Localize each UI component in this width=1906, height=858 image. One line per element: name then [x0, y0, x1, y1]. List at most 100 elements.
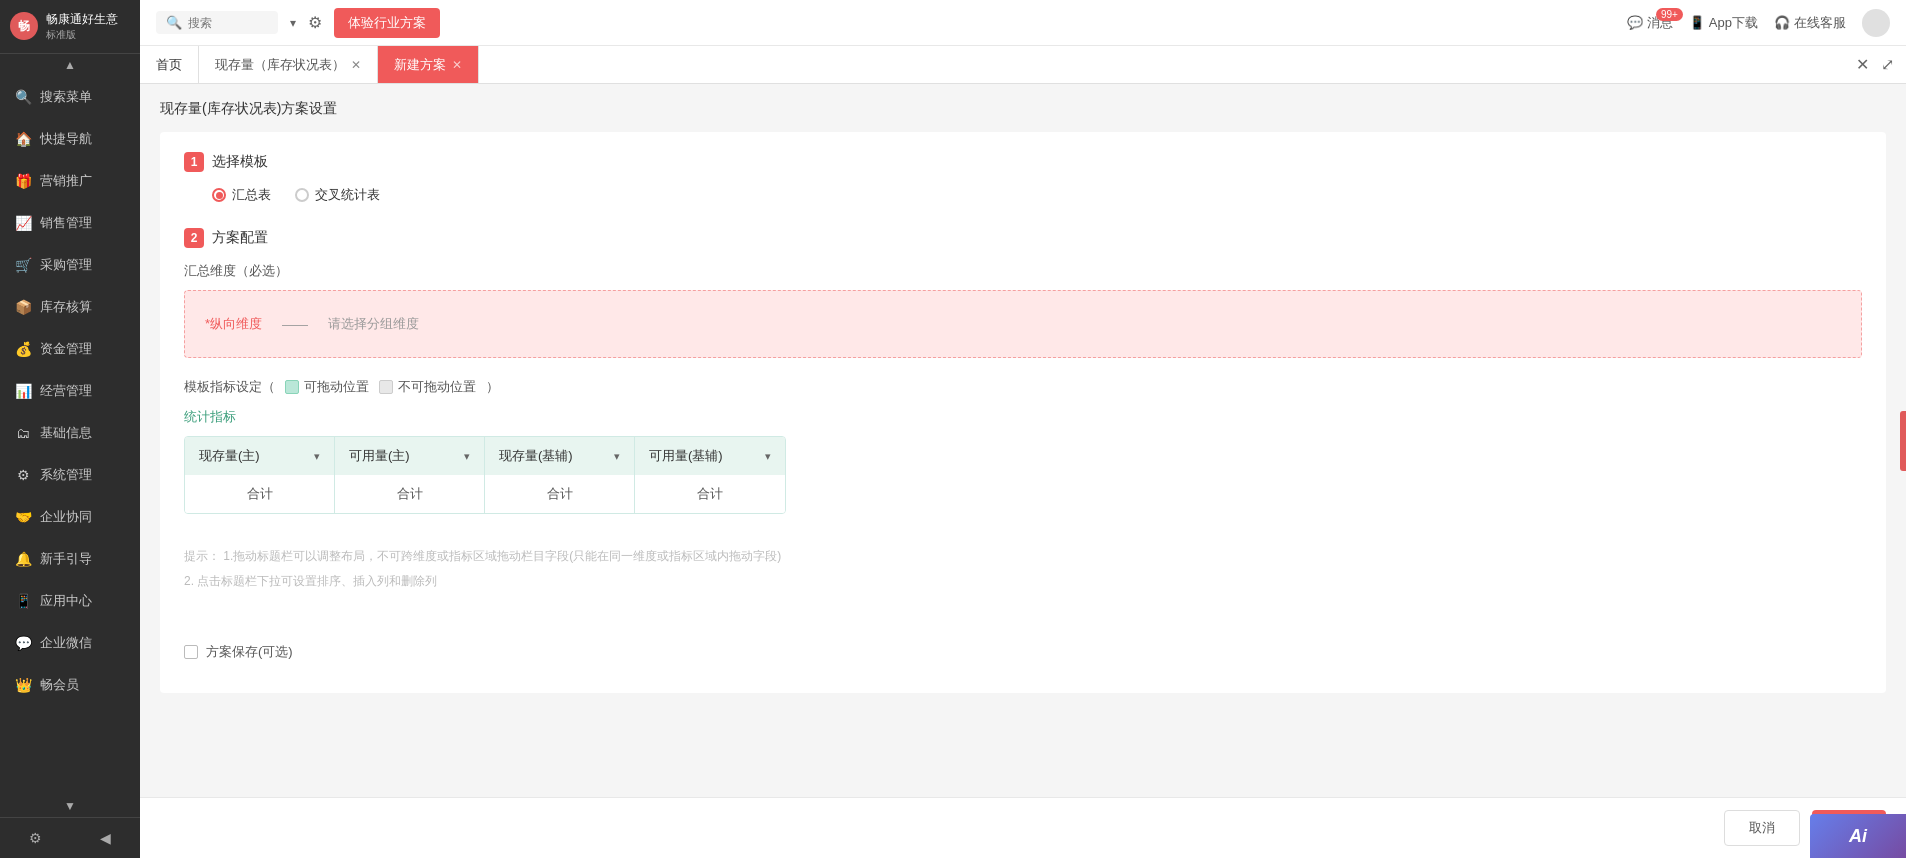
sidebar-footer: ⚙ ◀ [0, 817, 140, 858]
step1-title: 选择模板 [212, 153, 268, 171]
sidebar-item-inventory[interactable]: 📦 库存核算 [0, 286, 140, 328]
save-checkbox[interactable] [184, 645, 198, 659]
sidebar-item-label: 企业协同 [40, 508, 92, 526]
right-scroll-handle[interactable] [1900, 411, 1906, 471]
cancel-button[interactable]: 取消 [1724, 810, 1800, 846]
sidebar-item-appstore[interactable]: 📱 应用中心 [0, 580, 140, 622]
gift-icon: 🎁 [14, 172, 32, 190]
box-icon: 📦 [14, 298, 32, 316]
step1-section: 1 选择模板 汇总表 交叉统计表 [184, 152, 1862, 204]
app-download-btn[interactable]: 📱 App下载 [1689, 14, 1758, 32]
sidebar-item-purchase[interactable]: 🛒 采购管理 [0, 244, 140, 286]
tab-home[interactable]: 首页 [140, 46, 199, 83]
sidebar-item-label: 采购管理 [40, 256, 92, 274]
cart-icon: 🛒 [14, 256, 32, 274]
tip-line-2: 2. 点击标题栏下拉可设置排序、插入列和删除列 [184, 572, 1862, 591]
sidebar-item-label: 销售管理 [40, 214, 92, 232]
tab-inventory-status[interactable]: 现存量（库存状况表） ✕ [199, 46, 378, 83]
ind-header-2-dropdown[interactable]: ▾ [464, 450, 470, 463]
system-icon: ⚙ [14, 466, 32, 484]
sidebar-item-newguide[interactable]: 🔔 新手引导 [0, 538, 140, 580]
ind-body-4-label: 合计 [697, 485, 723, 503]
app-logo-text: 畅康通好生意 标准版 [46, 12, 118, 41]
sidebar-item-label: 应用中心 [40, 592, 92, 610]
dimension-section-label: 汇总维度（必选） [184, 262, 1862, 280]
radio-cross[interactable]: 交叉统计表 [295, 186, 380, 204]
ind-body-3-label: 合计 [547, 485, 573, 503]
ind-header-2[interactable]: 可用量(主) ▾ [335, 437, 485, 475]
ind-header-4[interactable]: 可用量(基辅) ▾ [635, 437, 785, 475]
basic-icon: 🗂 [14, 424, 32, 442]
tab-close-btn[interactable]: ✕ [1852, 51, 1873, 78]
sidebar-item-sales[interactable]: 📈 销售管理 [0, 202, 140, 244]
ind-body-4: 合计 [635, 475, 785, 513]
trial-btn[interactable]: 体验行业方案 [334, 8, 440, 38]
tab-inventory-status-close[interactable]: ✕ [351, 59, 361, 71]
search-input[interactable] [188, 16, 268, 30]
sidebar-item-search[interactable]: 🔍 搜索菜单 [0, 76, 140, 118]
draggable-legend-box [285, 380, 299, 394]
indicators-body-row: 合计 合计 合计 合计 [185, 475, 785, 513]
operation-icon: 📊 [14, 382, 32, 400]
avatar[interactable] [1862, 9, 1890, 37]
topbar-gear-btn[interactable]: ⚙ [308, 13, 322, 32]
ind-header-3[interactable]: 现存量(基辅) ▾ [485, 437, 635, 475]
footer-bar: 取消 查询 [140, 797, 1906, 858]
sidebar-item-finance[interactable]: 💰 资金管理 [0, 328, 140, 370]
sidebar-scroll-down[interactable]: ▼ [0, 795, 140, 817]
tab-expand-btn[interactable]: ⤢ [1877, 51, 1898, 78]
sidebar-settings-btn[interactable]: ⚙ [21, 826, 50, 850]
ind-header-4-dropdown[interactable]: ▾ [765, 450, 771, 463]
service-btn[interactable]: 🎧 在线客服 [1774, 14, 1846, 32]
sidebar-item-enterprise[interactable]: 🤝 企业协同 [0, 496, 140, 538]
chart-icon: 📈 [14, 214, 32, 232]
search-icon: 🔍 [166, 15, 182, 30]
message-icon: 💬 [1627, 15, 1643, 30]
tab-new-plan-close[interactable]: ✕ [452, 59, 462, 71]
page-title: 现存量(库存状况表)方案设置 [160, 100, 1886, 118]
sidebar-item-label: 新手引导 [40, 550, 92, 568]
ind-header-1[interactable]: 现存量(主) ▾ [185, 437, 335, 475]
sidebar-item-marketing[interactable]: 🎁 营销推广 [0, 160, 140, 202]
enterprise-icon: 🤝 [14, 508, 32, 526]
step2-title: 方案配置 [212, 229, 268, 247]
legend-non-draggable: 不可拖动位置 [379, 378, 476, 396]
sidebar-nav: 🔍 搜索菜单 🏠 快捷导航 🎁 营销推广 📈 销售管理 🛒 采购管理 📦 库存核… [0, 76, 140, 795]
topbar-search-box[interactable]: 🔍 [156, 11, 278, 34]
step1-badge: 1 [184, 152, 204, 172]
sidebar-item-label: 资金管理 [40, 340, 92, 358]
dimension-box[interactable]: *纵向维度 —— 请选择分组维度 [184, 290, 1862, 358]
sidebar-item-label: 营销推广 [40, 172, 92, 190]
step2-header: 2 方案配置 [184, 228, 1862, 248]
sidebar-item-label: 基础信息 [40, 424, 92, 442]
tips-section: 提示： 1.拖动标题栏可以调整布局，不可跨维度或指标区域拖动栏目字段(只能在同一… [184, 537, 1862, 607]
ind-header-3-dropdown[interactable]: ▾ [614, 450, 620, 463]
message-btn[interactable]: 💬 消息 99+ [1627, 14, 1673, 32]
tip-line-1: 提示： 1.拖动标题栏可以调整布局，不可跨维度或指标区域拖动栏目字段(只能在同一… [184, 547, 1862, 566]
ai-badge[interactable]: Ai [1810, 814, 1906, 858]
dimension-required-label: *纵向维度 [205, 315, 262, 333]
sidebar-item-basic[interactable]: 🗂 基础信息 [0, 412, 140, 454]
dimension-placeholder: 请选择分组维度 [328, 315, 419, 333]
radio-summary[interactable]: 汇总表 [212, 186, 271, 204]
sidebar-item-member[interactable]: 👑 畅会员 [0, 664, 140, 706]
save-option: 方案保存(可选) [184, 631, 1862, 673]
tab-new-plan[interactable]: 新建方案 ✕ [378, 46, 479, 83]
app-logo-icon: 畅 [10, 12, 38, 40]
sidebar-item-wechat[interactable]: 💬 企业微信 [0, 622, 140, 664]
draggable-legend-label: 可拖动位置 [304, 378, 369, 396]
sidebar-item-system[interactable]: ⚙ 系统管理 [0, 454, 140, 496]
sidebar-item-operation[interactable]: 📊 经营管理 [0, 370, 140, 412]
sidebar-item-label: 库存核算 [40, 298, 92, 316]
topbar: 🔍 ▾ ⚙ 体验行业方案 💬 消息 99+ 📱 App下载 🎧 在线客服 [140, 0, 1906, 46]
app-icon: 📱 [14, 592, 32, 610]
topbar-right: 💬 消息 99+ 📱 App下载 🎧 在线客服 [1627, 9, 1890, 37]
config-card: 1 选择模板 汇总表 交叉统计表 [160, 132, 1886, 693]
ind-header-1-dropdown[interactable]: ▾ [314, 450, 320, 463]
ind-body-1: 合计 [185, 475, 335, 513]
sidebar-item-shortcut[interactable]: 🏠 快捷导航 [0, 118, 140, 160]
radio-cross-label: 交叉统计表 [315, 186, 380, 204]
sidebar-scroll-up[interactable]: ▲ [0, 54, 140, 76]
sidebar-collapse-btn[interactable]: ◀ [92, 826, 119, 850]
topbar-dropdown-btn[interactable]: ▾ [290, 16, 296, 30]
